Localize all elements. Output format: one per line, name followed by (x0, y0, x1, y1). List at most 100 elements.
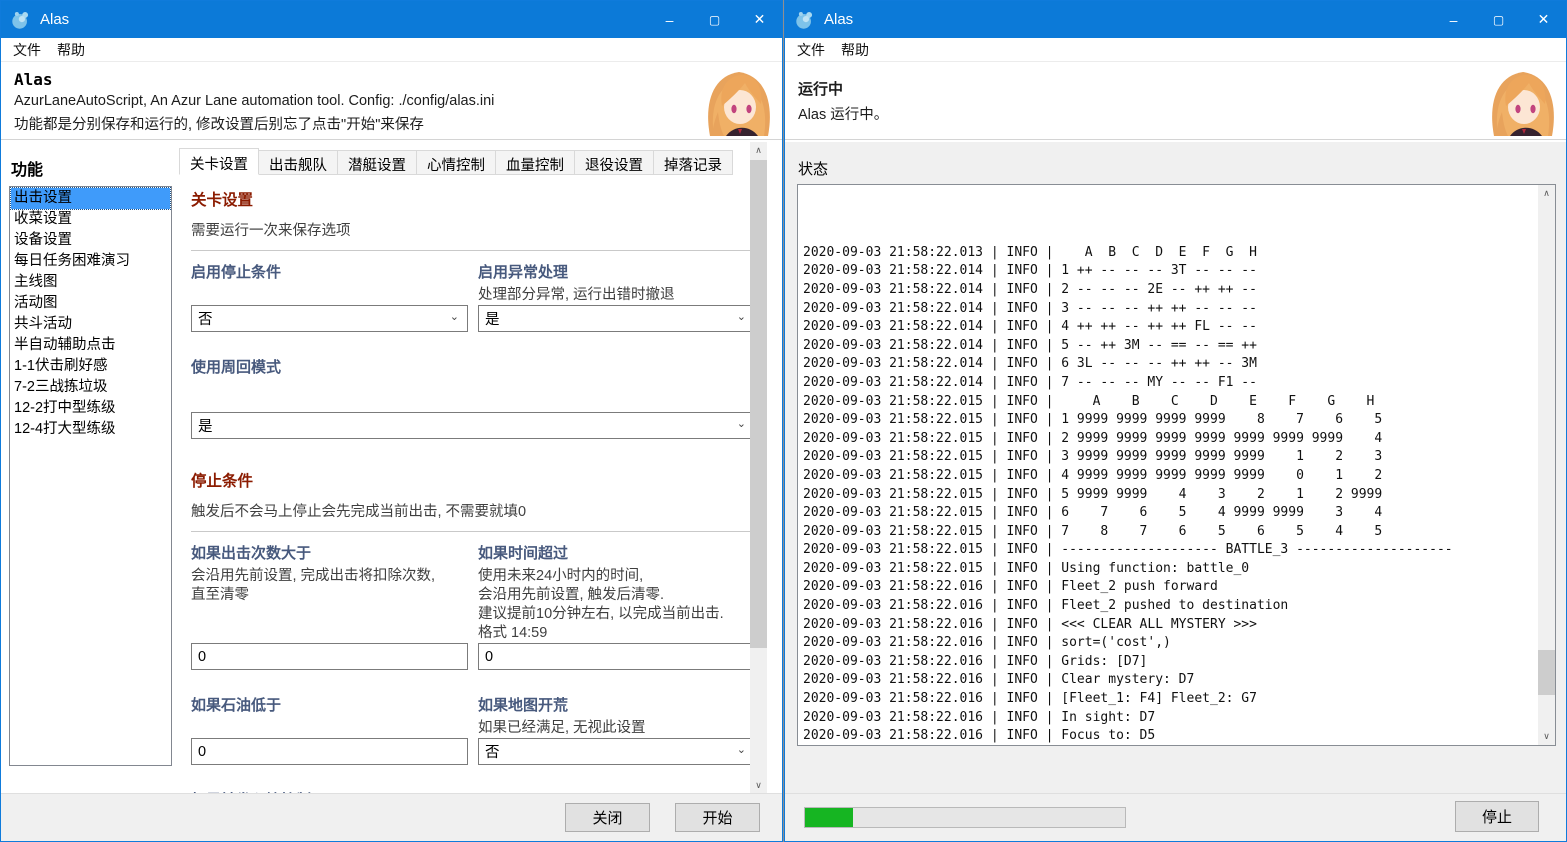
app-description-en: AzurLaneAutoScript, An Azur Lane automat… (14, 93, 495, 109)
title-bar[interactable]: Alas – ▢ ✕ (785, 1, 1566, 38)
sidebar-item[interactable]: 共斗活动 (11, 314, 170, 335)
if-map-desc: 如果已经满足, 无视此设置 (478, 720, 646, 736)
menu-bar: 文件 帮助 (1, 38, 782, 62)
tab[interactable]: 出击舰队 (258, 150, 338, 175)
if-map-label: 如果地图开荒 (478, 697, 569, 714)
minimize-button[interactable]: – (1431, 1, 1476, 38)
sidebar-item[interactable]: 12-4打大型练级 (11, 419, 170, 440)
left-footer: 关闭 开始 (1, 793, 782, 841)
log-line: 2020-09-03 21:58:22.014 | INFO | 7 -- --… (803, 374, 1257, 390)
app-icon (12, 11, 29, 29)
window-title: Alas (824, 11, 854, 28)
enable-stop-label: 启用停止条件 (191, 264, 282, 281)
menu-item[interactable]: 文件 (5, 38, 49, 62)
sidebar-item[interactable]: 7-2三战拣垃圾 (11, 377, 170, 398)
log-line: 2020-09-03 21:58:22.015 | INFO | 7 8 7 6… (803, 523, 1383, 539)
enable-stop-dropdown[interactable]: 否 ⌄ (191, 305, 468, 332)
function-list[interactable]: 出击设置 收菜设置 设备设置 每日任务困难演习 主线图 活动图 共斗活动 半自动辅助点击 1-1… (9, 186, 172, 766)
log-line: 2020-09-03 21:58:22.014 | INFO | 2 -- --… (803, 281, 1257, 297)
scrollbar-thumb[interactable] (1538, 650, 1555, 695)
avatar (1488, 66, 1558, 136)
maximize-button[interactable]: ▢ (692, 1, 737, 38)
chevron-down-icon: ⌄ (449, 311, 459, 323)
sidebar: 功能 出击设置 收菜设置 设备设置 每日任务困难演习 主线图 活动图 共斗活动 半自动辅助点击… (1, 142, 177, 794)
sidebar-item[interactable]: 1-1伏击刷好感 (11, 356, 170, 377)
if-map-value: 否 (485, 745, 500, 761)
log-line: 2020-09-03 21:58:22.015 | INFO | A B C D… (803, 393, 1375, 409)
tab[interactable]: 掉落记录 (653, 150, 733, 175)
scroll-down-icon[interactable]: ∨ (1538, 728, 1555, 745)
divider (191, 250, 755, 251)
enable-exception-label: 启用异常处理 (478, 264, 569, 281)
log-line: 2020-09-03 21:58:22.014 | INFO | 4 ++ ++… (803, 319, 1257, 335)
menu-bar: 文件 帮助 (785, 38, 1566, 62)
tab[interactable]: 血量控制 (495, 150, 575, 175)
sidebar-item[interactable]: 出击设置 (10, 187, 171, 210)
tab[interactable]: 关卡设置 (179, 148, 259, 175)
scrollbar-thumb[interactable] (750, 160, 767, 648)
if-count-label: 如果出击次数大于 (191, 545, 312, 562)
menu-item[interactable]: 帮助 (49, 38, 93, 62)
minimize-button[interactable]: – (647, 1, 692, 38)
log-box[interactable]: 2020-09-03 21:58:22.013 | INFO | A B C D… (797, 184, 1556, 746)
chevron-down-icon: ⌄ (736, 418, 746, 430)
log-scrollbar[interactable]: ∧ ∨ (1538, 185, 1555, 745)
clear-mode-dropdown[interactable]: 是 ⌄ (191, 412, 755, 439)
log-line: 2020-09-03 21:58:22.016 | INFO | In sigh… (803, 709, 1156, 725)
status-header: 运行中 Alas 运行中。 (785, 62, 1566, 140)
sidebar-item[interactable]: 半自动辅助点击 (11, 335, 170, 356)
divider (191, 531, 755, 532)
if-time-label: 如果时间超过 (478, 545, 569, 562)
tab[interactable]: 潜艇设置 (337, 150, 417, 175)
window-runner: Alas – ▢ ✕ 文件 帮助 运行中 Alas 运行中。 状态 2020-0… (784, 0, 1567, 842)
log-line: 2020-09-03 21:58:22.015 | INFO | -------… (803, 542, 1453, 558)
title-bar[interactable]: Alas – ▢ ✕ (1, 1, 782, 38)
tab[interactable]: 心情控制 (416, 150, 496, 175)
log-line: 2020-09-03 21:58:22.015 | INFO | 4 9999 … (803, 467, 1383, 483)
settings-scrollbar[interactable]: ∧ ∨ (750, 142, 767, 794)
sidebar-item[interactable]: 主线图 (11, 272, 170, 293)
log-line: 2020-09-03 21:58:22.015 | INFO | Using f… (803, 560, 1250, 576)
if-count-input[interactable] (191, 643, 468, 670)
close-window-button[interactable]: ✕ (1521, 1, 1566, 38)
if-time-input[interactable] (478, 643, 755, 670)
app-icon (796, 11, 813, 29)
sidebar-item[interactable]: 12-2打中型练级 (11, 398, 170, 419)
log-line: 2020-09-03 21:58:22.016 | INFO | [Fleet_… (803, 691, 1257, 707)
app-header: Alas AzurLaneAutoScript, An Azur Lane au… (1, 62, 782, 140)
menu-item[interactable]: 帮助 (833, 38, 877, 62)
log-line: 2020-09-03 21:58:22.016 | INFO | Grids: … (803, 653, 1148, 669)
scroll-down-icon[interactable]: ∨ (750, 777, 767, 794)
if-map-dropdown[interactable]: 否 ⌄ (478, 738, 755, 765)
log-line: 2020-09-03 21:58:22.016 | INFO | <<< CLE… (803, 616, 1257, 632)
sidebar-item[interactable]: 收菜设置 (11, 209, 170, 230)
log-line: 2020-09-03 21:58:22.015 | INFO | 5 9999 … (803, 486, 1383, 502)
log-line: 2020-09-03 21:58:22.016 | INFO | sort=('… (803, 635, 1171, 651)
clear-mode-label: 使用周回模式 (191, 359, 282, 376)
close-button[interactable]: 关闭 (565, 803, 650, 832)
scroll-up-icon[interactable]: ∧ (750, 142, 767, 159)
sidebar-item[interactable]: 每日任务困难演习 (11, 251, 170, 272)
stop-button[interactable]: 停止 (1455, 801, 1539, 832)
menu-item[interactable]: 文件 (789, 38, 833, 62)
if-oil-input[interactable] (191, 738, 468, 765)
start-button[interactable]: 开始 (675, 803, 760, 832)
runner-body: 状态 2020-09-03 21:58:22.013 | INFO | A B … (785, 142, 1566, 793)
section-title-stop: 停止条件 (191, 473, 254, 490)
if-count-desc: 会沿用先前设置, 完成出击将扣除次数, 直至清零 (191, 568, 436, 603)
sidebar-item[interactable]: 活动图 (11, 293, 170, 314)
section-desc-stage: 需要运行一次来保存选项 (191, 223, 351, 239)
log-line: 2020-09-03 21:58:22.016 | INFO | Focus t… (803, 728, 1156, 744)
tab[interactable]: 退役设置 (574, 150, 654, 175)
chevron-down-icon: ⌄ (736, 744, 746, 756)
maximize-button[interactable]: ▢ (1476, 1, 1521, 38)
scroll-up-icon[interactable]: ∧ (1538, 185, 1555, 202)
enable-exception-dropdown[interactable]: 是 ⌄ (478, 305, 755, 332)
app-name: Alas (14, 70, 53, 89)
log-line: 2020-09-03 21:58:22.016 | INFO | Clear m… (803, 672, 1195, 688)
close-window-button[interactable]: ✕ (737, 1, 782, 38)
section-desc-stop: 触发后不会马上停止会先完成当前出击, 不需要就填0 (191, 504, 527, 520)
status-desc: Alas 运行中。 (798, 107, 889, 123)
app-description-cn: 功能都是分别保存和运行的, 修改设置后别忘了点击"开始"来保存 (14, 117, 424, 133)
sidebar-item[interactable]: 设备设置 (11, 230, 170, 251)
